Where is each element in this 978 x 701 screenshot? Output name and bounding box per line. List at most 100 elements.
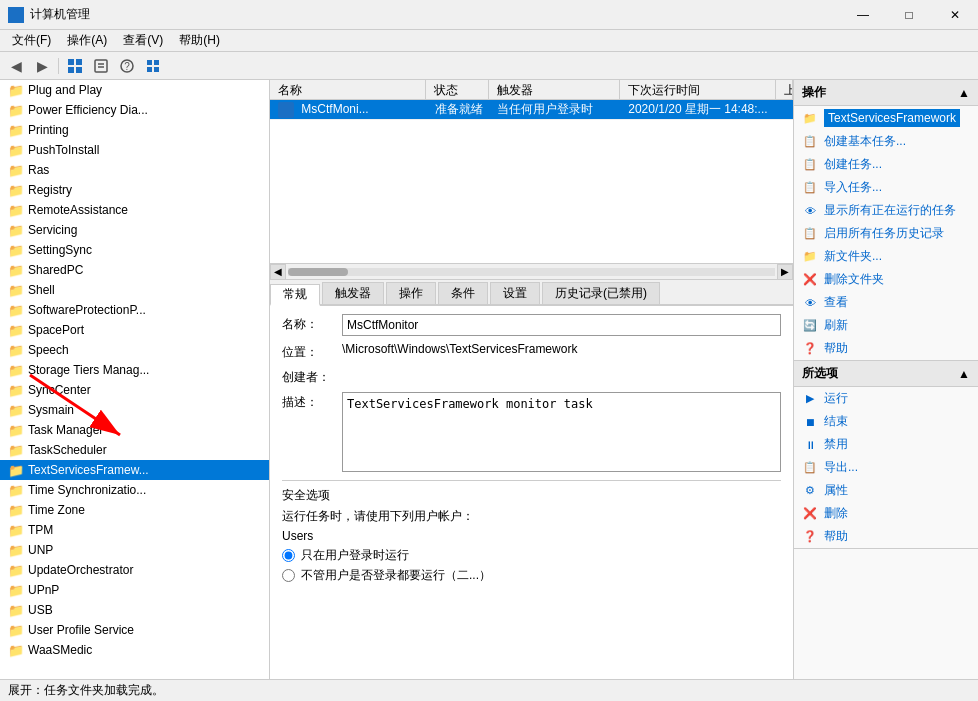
action-item-1-1[interactable]: ⏹结束 xyxy=(794,410,978,433)
tree-item[interactable]: 📁WaaSMedic xyxy=(0,640,269,660)
task-hscroll[interactable]: ◀ ▶ xyxy=(270,263,793,279)
collapse-icon[interactable]: ▲ xyxy=(958,86,970,100)
action-item-0-0[interactable]: 📋创建基本任务... xyxy=(794,130,978,153)
tree-item[interactable]: 📁Servicing xyxy=(0,220,269,240)
properties-button[interactable] xyxy=(89,55,113,77)
action-item-0-6[interactable]: ❌删除文件夹 xyxy=(794,268,978,291)
back-button[interactable]: ◀ xyxy=(4,55,28,77)
action-item-0-4[interactable]: 📋启用所有任务历史记录 xyxy=(794,222,978,245)
tree-item[interactable]: 📁PushToInstall xyxy=(0,140,269,160)
tree-item[interactable]: 📁SettingSync xyxy=(0,240,269,260)
tree-item[interactable]: 📁TaskScheduler xyxy=(0,440,269,460)
tree-item[interactable]: 📁Task Manager xyxy=(0,420,269,440)
action-icon: ❌ xyxy=(802,272,818,288)
forward-button[interactable]: ▶ xyxy=(30,55,54,77)
minimize-button[interactable]: — xyxy=(840,0,886,30)
action-item-0-5[interactable]: 📁新文件夹... xyxy=(794,245,978,268)
tab-settings[interactable]: 设置 xyxy=(490,282,540,304)
action-item-1-2[interactable]: ⏸禁用 xyxy=(794,433,978,456)
radio-input-2[interactable] xyxy=(282,569,295,582)
action-item-0-2[interactable]: 📋导入任务... xyxy=(794,176,978,199)
col-status-header[interactable]: 状态 xyxy=(426,80,488,99)
action-item-1-5[interactable]: ❌删除 xyxy=(794,502,978,525)
tab-history[interactable]: 历史记录(已禁用) xyxy=(542,282,660,304)
col-next-header[interactable]: 下次运行时间 xyxy=(620,80,776,99)
tree-item[interactable]: 📁SyncCenter xyxy=(0,380,269,400)
tree-item[interactable]: 📁Time Synchronizatio... xyxy=(0,480,269,500)
action-item-0-3[interactable]: 👁显示所有正在运行的任务 xyxy=(794,199,978,222)
task-list-scroll[interactable]: MsCtfMoni... 准备就绪 当任何用户登录时 2020/1/20 星期一… xyxy=(270,100,793,263)
tree-item[interactable]: 📁Storage Tiers Manag... xyxy=(0,360,269,380)
tree-item[interactable]: 📁Plug and Play xyxy=(0,80,269,100)
hscroll-left[interactable]: ◀ xyxy=(270,264,286,280)
tree-item[interactable]: 📁SpacePort xyxy=(0,320,269,340)
menu-help[interactable]: 帮助(H) xyxy=(171,30,228,51)
action-item-0-7[interactable]: 👁查看 xyxy=(794,291,978,314)
hscroll-right[interactable]: ▶ xyxy=(777,264,793,280)
folder-icon: 📁 xyxy=(8,383,24,398)
tree-item[interactable]: 📁Sysmain xyxy=(0,400,269,420)
action-item-0-9[interactable]: ❓帮助 xyxy=(794,337,978,360)
action-item-1-6[interactable]: ❓帮助 xyxy=(794,525,978,548)
desc-textarea[interactable]: TextServicesFramework monitor task xyxy=(342,392,781,472)
tab-general[interactable]: 常规 xyxy=(270,284,320,306)
action-item-1-3[interactable]: 📋导出... xyxy=(794,456,978,479)
task-row[interactable]: MsCtfMoni... 准备就绪 当任何用户登录时 2020/1/20 星期一… xyxy=(270,100,793,120)
up-button[interactable] xyxy=(63,55,87,77)
tree-item-label: Time Zone xyxy=(28,503,85,517)
help-button[interactable]: ? xyxy=(115,55,139,77)
tree-item[interactable]: 📁Ras xyxy=(0,160,269,180)
action-label: 查看 xyxy=(824,294,848,311)
tree-item-label: Printing xyxy=(28,123,69,137)
collapse-icon[interactable]: ▲ xyxy=(958,367,970,381)
tree-item[interactable]: 📁Printing xyxy=(0,120,269,140)
tree-item[interactable]: 📁USB xyxy=(0,600,269,620)
tree-item[interactable]: 📁User Profile Service xyxy=(0,620,269,640)
selected-folder-item[interactable]: 📁TextServicesFramework xyxy=(794,106,978,130)
action-item-1-0[interactable]: ▶运行 xyxy=(794,387,978,410)
col-trigger-header[interactable]: 触发器 xyxy=(489,80,620,99)
maximize-button[interactable]: □ xyxy=(886,0,932,30)
folder-icon: 📁 xyxy=(8,203,24,218)
main-layout: 📁Plug and Play📁Power Efficiency Dia...📁P… xyxy=(0,80,978,679)
tree-item[interactable]: 📁SharedPC xyxy=(0,260,269,280)
action-item-0-1[interactable]: 📋创建任务... xyxy=(794,153,978,176)
radio-option-2[interactable]: 不管用户是否登录都要运行（二...） xyxy=(282,567,781,584)
show-button[interactable] xyxy=(141,55,165,77)
action-item-0-8[interactable]: 🔄刷新 xyxy=(794,314,978,337)
menu-action[interactable]: 操作(A) xyxy=(59,30,115,51)
tree-scroll[interactable]: 📁Plug and Play📁Power Efficiency Dia...📁P… xyxy=(0,80,269,679)
name-input[interactable] xyxy=(342,314,781,336)
tab-action[interactable]: 操作 xyxy=(386,282,436,304)
tab-trigger[interactable]: 触发器 xyxy=(322,282,384,304)
folder-icon: 📁 xyxy=(8,83,24,98)
tree-item[interactable]: 📁UpdateOrchestrator xyxy=(0,560,269,580)
tree-item[interactable]: 📁TextServicesFramew... xyxy=(0,460,269,480)
close-button[interactable]: ✕ xyxy=(932,0,978,30)
hscroll-thumb[interactable] xyxy=(288,268,348,276)
title-bar: 计算机管理 — □ ✕ xyxy=(0,0,978,30)
menu-bar: 文件(F) 操作(A) 查看(V) 帮助(H) xyxy=(0,30,978,52)
tree-item[interactable]: 📁SoftwareProtectionP... xyxy=(0,300,269,320)
tree-item[interactable]: 📁Registry xyxy=(0,180,269,200)
security-title: 安全选项 xyxy=(282,487,781,504)
tree-item[interactable]: 📁Shell xyxy=(0,280,269,300)
tree-item[interactable]: 📁Time Zone xyxy=(0,500,269,520)
tree-item[interactable]: 📁Power Efficiency Dia... xyxy=(0,100,269,120)
radio-input-1[interactable] xyxy=(282,549,295,562)
tab-condition[interactable]: 条件 xyxy=(438,282,488,304)
tree-item[interactable]: 📁UNP xyxy=(0,540,269,560)
folder-icon: 📁 xyxy=(8,103,24,118)
tree-item[interactable]: 📁TPM xyxy=(0,520,269,540)
radio-option-1[interactable]: 只在用户登录时运行 xyxy=(282,547,781,564)
tree-item[interactable]: 📁Speech xyxy=(0,340,269,360)
tree-item[interactable]: 📁UPnP xyxy=(0,580,269,600)
menu-view[interactable]: 查看(V) xyxy=(115,30,171,51)
col-last-header[interactable]: 上次运行时间 xyxy=(776,80,793,99)
menu-file[interactable]: 文件(F) xyxy=(4,30,59,51)
action-item-1-4[interactable]: ⚙属性 xyxy=(794,479,978,502)
tree-item[interactable]: 📁 RemoteAssistance xyxy=(0,200,269,220)
folder-icon: 📁 xyxy=(8,283,24,298)
tree-item-label: RemoteAssistance xyxy=(28,203,128,217)
col-name-header[interactable]: 名称 xyxy=(270,80,426,99)
